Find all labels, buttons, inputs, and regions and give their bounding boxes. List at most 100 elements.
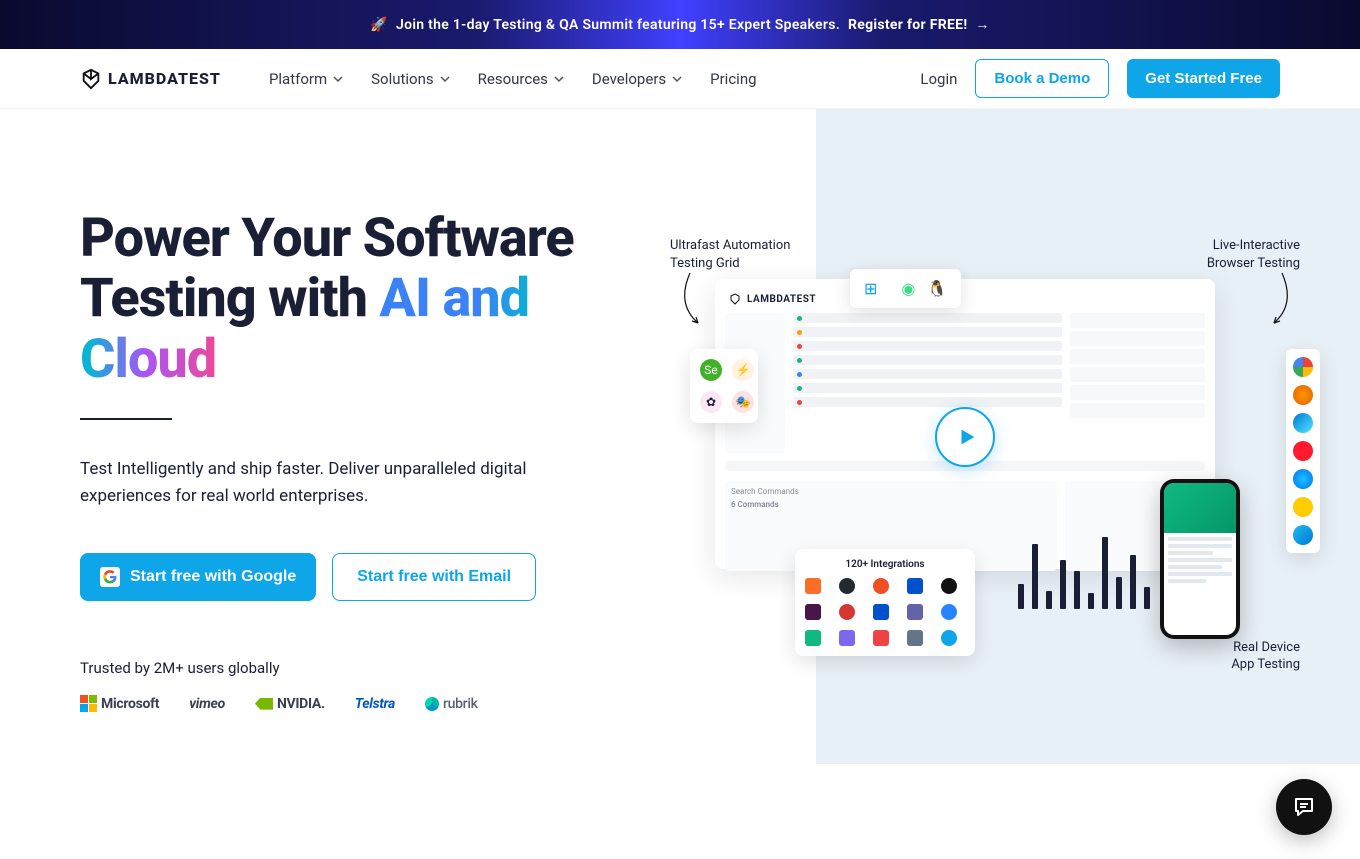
chevron-down-icon (333, 74, 343, 84)
chevron-down-icon (554, 74, 564, 84)
logo-microsoft: Microsoft (80, 695, 159, 712)
announce-cta[interactable]: Register for FREE! (848, 17, 967, 33)
yandex-icon (1293, 497, 1313, 517)
integrations-title: 120+ Integrations (805, 559, 965, 570)
android-icon: ◉ (901, 279, 915, 298)
header: LAMBDATEST Platform Solutions Resources … (0, 49, 1360, 109)
chat-icon (1292, 795, 1316, 819)
chrome-icon (1293, 357, 1313, 377)
chevron-down-icon (440, 74, 450, 84)
pinwheel-icon: ✿ (700, 391, 722, 413)
hero-title: Power Your Software Testing with AI and … (80, 209, 620, 390)
logo-nvidia-label: NVIDIA. (277, 696, 325, 712)
anno-automation: Ultrafast Automation Testing Grid (670, 237, 790, 272)
bitbucket-icon (907, 578, 923, 594)
browsers-card (1286, 349, 1320, 553)
jenkins-icon (839, 604, 855, 620)
google-icon (100, 567, 120, 587)
hero-illustration: Ultrafast Automation Testing Grid Live-I… (620, 109, 1280, 764)
os-selector-card: ⊞ ◉ 🐧 (850, 269, 961, 308)
trusted-logos: Microsoft vimeo NVIDIA. Telstra rubrik (80, 695, 620, 712)
lightning-icon: ⚡ (732, 359, 754, 381)
integration-icon (907, 630, 923, 646)
logo-mark-icon (729, 293, 741, 305)
slack-icon (805, 604, 821, 620)
windows-icon: ⊞ (864, 279, 877, 298)
circleci-icon (941, 578, 957, 594)
asana-icon (873, 578, 889, 594)
logo-rubrik: rubrik (425, 696, 478, 712)
logo-microsoft-label: Microsoft (101, 696, 159, 712)
masks-icon: 🎭 (732, 391, 754, 413)
nav-developers[interactable]: Developers (592, 70, 682, 88)
logo-telstra: Telstra (355, 696, 395, 712)
edge-icon (1293, 413, 1313, 433)
anno-live-l2: Browser Testing (1207, 255, 1300, 273)
github-icon (839, 578, 855, 594)
nav-solutions[interactable]: Solutions (371, 70, 450, 88)
nav-platform[interactable]: Platform (269, 70, 343, 88)
logo-mark-icon (80, 68, 102, 90)
curve-arrow-icon (1264, 271, 1294, 331)
trusted-text: Trusted by 2M+ users globally (80, 659, 620, 677)
rocket-icon: 🚀 (370, 17, 388, 33)
logo-vimeo: vimeo (189, 696, 225, 712)
logo[interactable]: LAMBDATEST (80, 68, 221, 90)
firefox-icon (1293, 385, 1313, 405)
divider (80, 418, 172, 420)
play-icon (956, 426, 978, 448)
nvidia-icon (255, 698, 273, 710)
integration-icon (941, 630, 957, 646)
logo-text: LAMBDATEST (108, 69, 221, 88)
hero-subtitle: Test Intelligently and ship faster. Deli… (80, 456, 550, 509)
jira-icon (873, 604, 889, 620)
nav-pricing[interactable]: Pricing (710, 70, 756, 88)
start-email-button[interactable]: Start free with Email (332, 553, 536, 601)
hero-ctas: Start free with Google Start free with E… (80, 553, 620, 601)
app-preview-header: LAMBDATEST (725, 289, 1205, 313)
chat-button[interactable] (1276, 779, 1332, 835)
announcement-bar[interactable]: 🚀 Join the 1-day Testing & QA Summit fea… (0, 0, 1360, 49)
integration-icon (873, 630, 889, 646)
opera-icon (1293, 441, 1313, 461)
hero-section: Power Your Software Testing with AI and … (0, 109, 1360, 764)
nav-resources[interactable]: Resources (478, 70, 564, 88)
phone-app-header (1164, 483, 1236, 533)
hero-content: Power Your Software Testing with AI and … (80, 109, 620, 764)
rubrik-icon (425, 697, 439, 711)
cmd-search-label: Search Commands (731, 487, 1051, 496)
anno-automation-l1: Ultrafast Automation (670, 237, 790, 255)
nav-developers-label: Developers (592, 70, 666, 88)
arrow-right-icon: → (975, 16, 989, 33)
safari-icon (1293, 469, 1313, 489)
phone-mockup (1160, 479, 1240, 639)
login-link[interactable]: Login (920, 70, 957, 88)
ie-icon (1293, 525, 1313, 545)
play-video-button[interactable] (935, 407, 995, 467)
integration-icon (805, 630, 821, 646)
anno-live-browser: Live-Interactive Browser Testing (1207, 237, 1300, 272)
start-google-button[interactable]: Start free with Google (80, 553, 316, 601)
logo-rubrik-label: rubrik (443, 696, 478, 712)
anno-real-device: Real Device App Testing (1231, 639, 1300, 674)
nav-platform-label: Platform (269, 70, 327, 88)
selenium-icon: Se (700, 359, 722, 381)
microsoft-icon (80, 695, 97, 712)
anno-live-l1: Live-Interactive (1207, 237, 1300, 255)
book-demo-button[interactable]: Book a Demo (975, 59, 1109, 98)
get-started-button[interactable]: Get Started Free (1127, 59, 1280, 98)
chevron-down-icon (672, 74, 682, 84)
app-preview-brand: LAMBDATEST (747, 294, 816, 305)
curve-arrow-icon (678, 271, 708, 331)
announce-text: Join the 1-day Testing & QA Summit featu… (396, 17, 840, 33)
integration-icon (839, 630, 855, 646)
app-device-list (1070, 313, 1205, 453)
nav-resources-label: Resources (478, 70, 548, 88)
start-google-label: Start free with Google (130, 568, 296, 586)
trello-icon (941, 604, 957, 620)
anno-automation-l2: Testing Grid (670, 255, 790, 273)
teams-icon (907, 604, 923, 620)
header-actions: Login Book a Demo Get Started Free (920, 59, 1280, 98)
app-build-list (793, 313, 1062, 453)
nav-pricing-label: Pricing (710, 70, 756, 88)
